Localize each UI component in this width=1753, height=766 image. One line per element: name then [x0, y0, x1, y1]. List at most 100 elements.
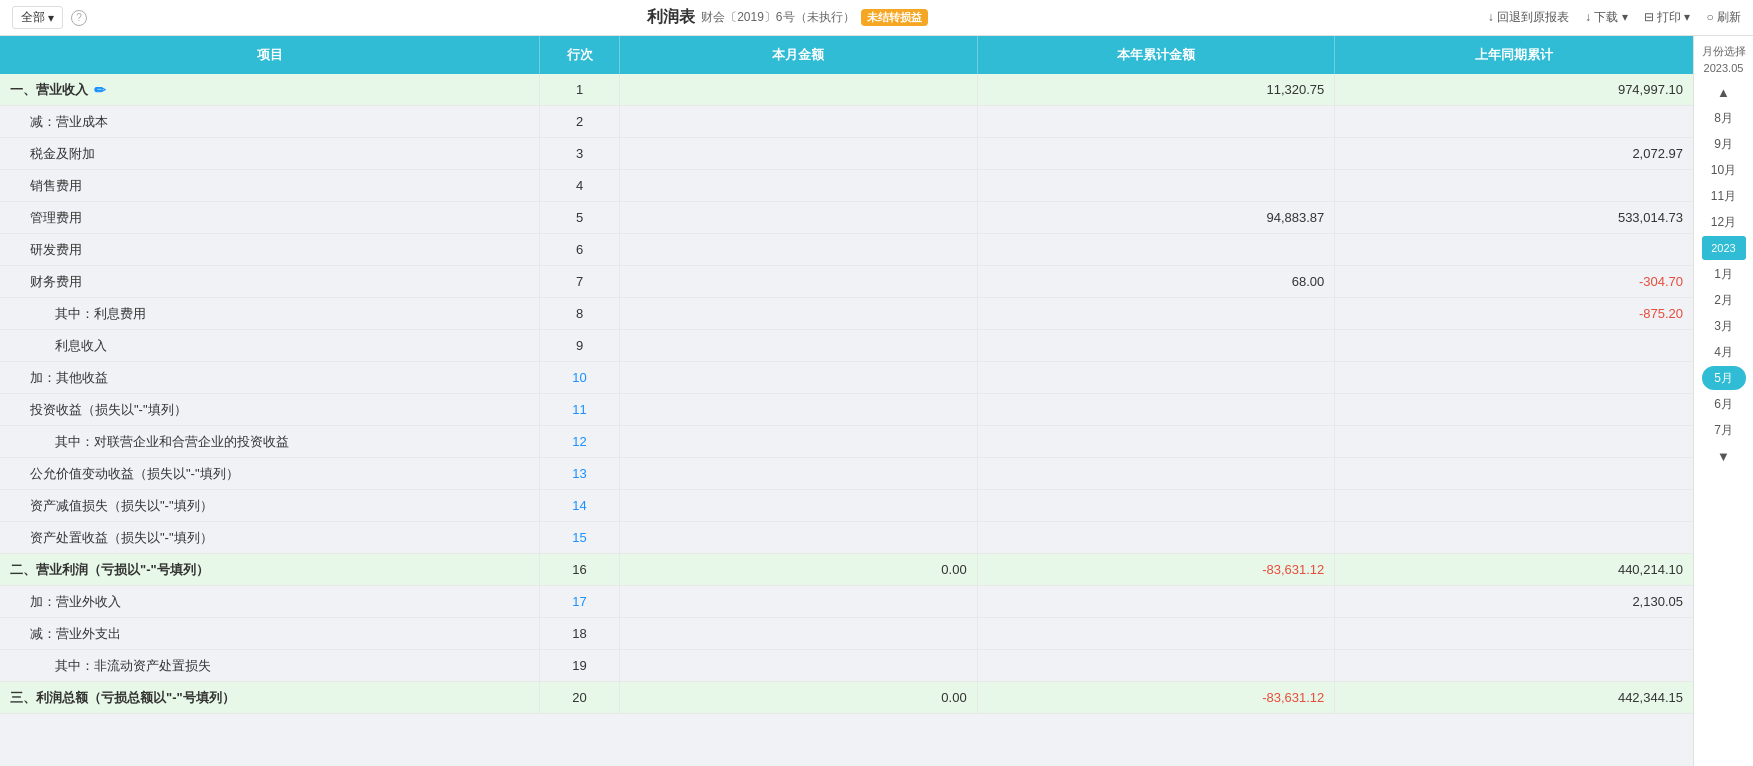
- sidebar-month[interactable]: 3月: [1702, 314, 1746, 338]
- row-ytd: [978, 618, 1336, 649]
- row-ytd: [978, 330, 1336, 361]
- row-current: [620, 330, 978, 361]
- row-item: 研发费用: [0, 234, 540, 265]
- row-ytd: [978, 458, 1336, 489]
- row-seq: 6: [540, 234, 620, 265]
- back-to-original-button[interactable]: ↓ 回退到原报表: [1488, 9, 1569, 26]
- col-header-seq: 行次: [540, 36, 620, 74]
- row-ytd: [978, 490, 1336, 521]
- row-current: [620, 266, 978, 297]
- table-row: 销售费用 4: [0, 170, 1693, 202]
- sidebar-month[interactable]: 10月: [1702, 158, 1746, 182]
- top-bar: 全部 ▾ ? 利润表 财会〔2019〕6号（未执行） 未结转损益 ↓ 回退到原报…: [0, 0, 1753, 36]
- sidebar-month[interactable]: 1月: [1702, 262, 1746, 286]
- sidebar-up-btn[interactable]: ▲: [1706, 82, 1742, 102]
- row-current: [620, 490, 978, 521]
- row-prev: 2,072.97: [1335, 138, 1693, 169]
- row-ytd: [978, 426, 1336, 457]
- sidebar: 月份选择 2023.05 ▲ 8月9月10月11月12月20231月2月3月4月…: [1693, 36, 1753, 766]
- row-current: [620, 394, 978, 425]
- row-prev: 974,997.10: [1335, 74, 1693, 105]
- row-seq[interactable]: 15: [540, 522, 620, 553]
- sidebar-month[interactable]: 12月: [1702, 210, 1746, 234]
- sidebar-month[interactable]: 11月: [1702, 184, 1746, 208]
- row-seq: 2: [540, 106, 620, 137]
- print-button[interactable]: ⊟ 打印 ▾: [1644, 9, 1691, 26]
- row-prev: 442,344.15: [1335, 682, 1693, 713]
- sidebar-month[interactable]: 8月: [1702, 106, 1746, 130]
- row-current: [620, 298, 978, 329]
- sidebar-month[interactable]: 9月: [1702, 132, 1746, 156]
- row-prev: 2,130.05: [1335, 586, 1693, 617]
- row-ytd: 11,320.75: [978, 74, 1336, 105]
- sidebar-month[interactable]: 5月: [1702, 366, 1746, 390]
- row-prev: [1335, 618, 1693, 649]
- row-current: 0.00: [620, 554, 978, 585]
- row-prev: [1335, 426, 1693, 457]
- row-current: [620, 138, 978, 169]
- row-current: [620, 106, 978, 137]
- row-item: 资产减值损失（损失以"-"填列）: [0, 490, 540, 521]
- row-item: 资产处置收益（损失以"-"填列）: [0, 522, 540, 553]
- row-prev: [1335, 106, 1693, 137]
- table-area: 项目 行次 本月金额 本年累计金额 上年同期累计 一、营业收入✏ 1 11,32…: [0, 36, 1693, 766]
- row-item: 其中：非流动资产处置损失: [0, 650, 540, 681]
- row-ytd: [978, 394, 1336, 425]
- row-seq: 20: [540, 682, 620, 713]
- table-row: 加：营业外收入 17 2,130.05: [0, 586, 1693, 618]
- table-row: 资产处置收益（损失以"-"填列） 15: [0, 522, 1693, 554]
- row-item: 公允价值变动收益（损失以"-"填列）: [0, 458, 540, 489]
- table-row: 其中：对联营企业和合营企业的投资收益 12: [0, 426, 1693, 458]
- refresh-button[interactable]: ○ 刷新: [1706, 9, 1741, 26]
- row-seq[interactable]: 10: [540, 362, 620, 393]
- sidebar-month[interactable]: 4月: [1702, 340, 1746, 364]
- row-prev: 533,014.73: [1335, 202, 1693, 233]
- sidebar-month[interactable]: 7月: [1702, 418, 1746, 442]
- row-item: 其中：利息费用: [0, 298, 540, 329]
- row-item: 减：营业外支出: [0, 618, 540, 649]
- row-seq: 9: [540, 330, 620, 361]
- row-seq[interactable]: 14: [540, 490, 620, 521]
- row-prev: -304.70: [1335, 266, 1693, 297]
- row-seq[interactable]: 12: [540, 426, 620, 457]
- sidebar-year: 2023.05: [1704, 62, 1744, 74]
- table-row: 研发费用 6: [0, 234, 1693, 266]
- table-row: 加：其他收益 10: [0, 362, 1693, 394]
- row-item: 投资收益（损失以"-"填列）: [0, 394, 540, 425]
- table-row: 资产减值损失（损失以"-"填列） 14: [0, 490, 1693, 522]
- top-bar-actions: ↓ 回退到原报表 ↓ 下载 ▾ ⊟ 打印 ▾ ○ 刷新: [1488, 9, 1741, 26]
- row-prev: -875.20: [1335, 298, 1693, 329]
- nav-dropdown[interactable]: 全部 ▾: [12, 6, 63, 29]
- row-prev: 440,214.10: [1335, 554, 1693, 585]
- row-item: 减：营业成本: [0, 106, 540, 137]
- col-header-ytd: 本年累计金额: [978, 36, 1336, 74]
- row-current: [620, 202, 978, 233]
- row-ytd: [978, 522, 1336, 553]
- sidebar-month[interactable]: 2023: [1702, 236, 1746, 260]
- row-seq: 8: [540, 298, 620, 329]
- table-row: 减：营业成本 2: [0, 106, 1693, 138]
- help-icon[interactable]: ?: [71, 10, 87, 26]
- row-item: 税金及附加: [0, 138, 540, 169]
- row-seq: 5: [540, 202, 620, 233]
- dropdown-arrow: ▾: [48, 11, 54, 25]
- row-seq: 16: [540, 554, 620, 585]
- row-item: 二、营业利润（亏损以"-"号填列）: [0, 554, 540, 585]
- edit-icon[interactable]: ✏: [94, 82, 106, 98]
- download-button[interactable]: ↓ 下载 ▾: [1585, 9, 1628, 26]
- row-ytd: [978, 234, 1336, 265]
- row-seq[interactable]: 13: [540, 458, 620, 489]
- row-item: 加：其他收益: [0, 362, 540, 393]
- sidebar-down-btn[interactable]: ▼: [1706, 446, 1742, 466]
- row-seq[interactable]: 11: [540, 394, 620, 425]
- table-row: 三、利润总额（亏损总额以"-"号填列） 20 0.00 -83,631.12 4…: [0, 682, 1693, 714]
- row-seq[interactable]: 17: [540, 586, 620, 617]
- row-prev: [1335, 234, 1693, 265]
- table-row: 其中：利息费用 8 -875.20: [0, 298, 1693, 330]
- sidebar-month[interactable]: 2月: [1702, 288, 1746, 312]
- row-ytd: 94,883.87: [978, 202, 1336, 233]
- row-prev: [1335, 170, 1693, 201]
- report-subtitle: 财会〔2019〕6号（未执行）: [701, 9, 854, 26]
- row-item: 其中：对联营企业和合营企业的投资收益: [0, 426, 540, 457]
- sidebar-month[interactable]: 6月: [1702, 392, 1746, 416]
